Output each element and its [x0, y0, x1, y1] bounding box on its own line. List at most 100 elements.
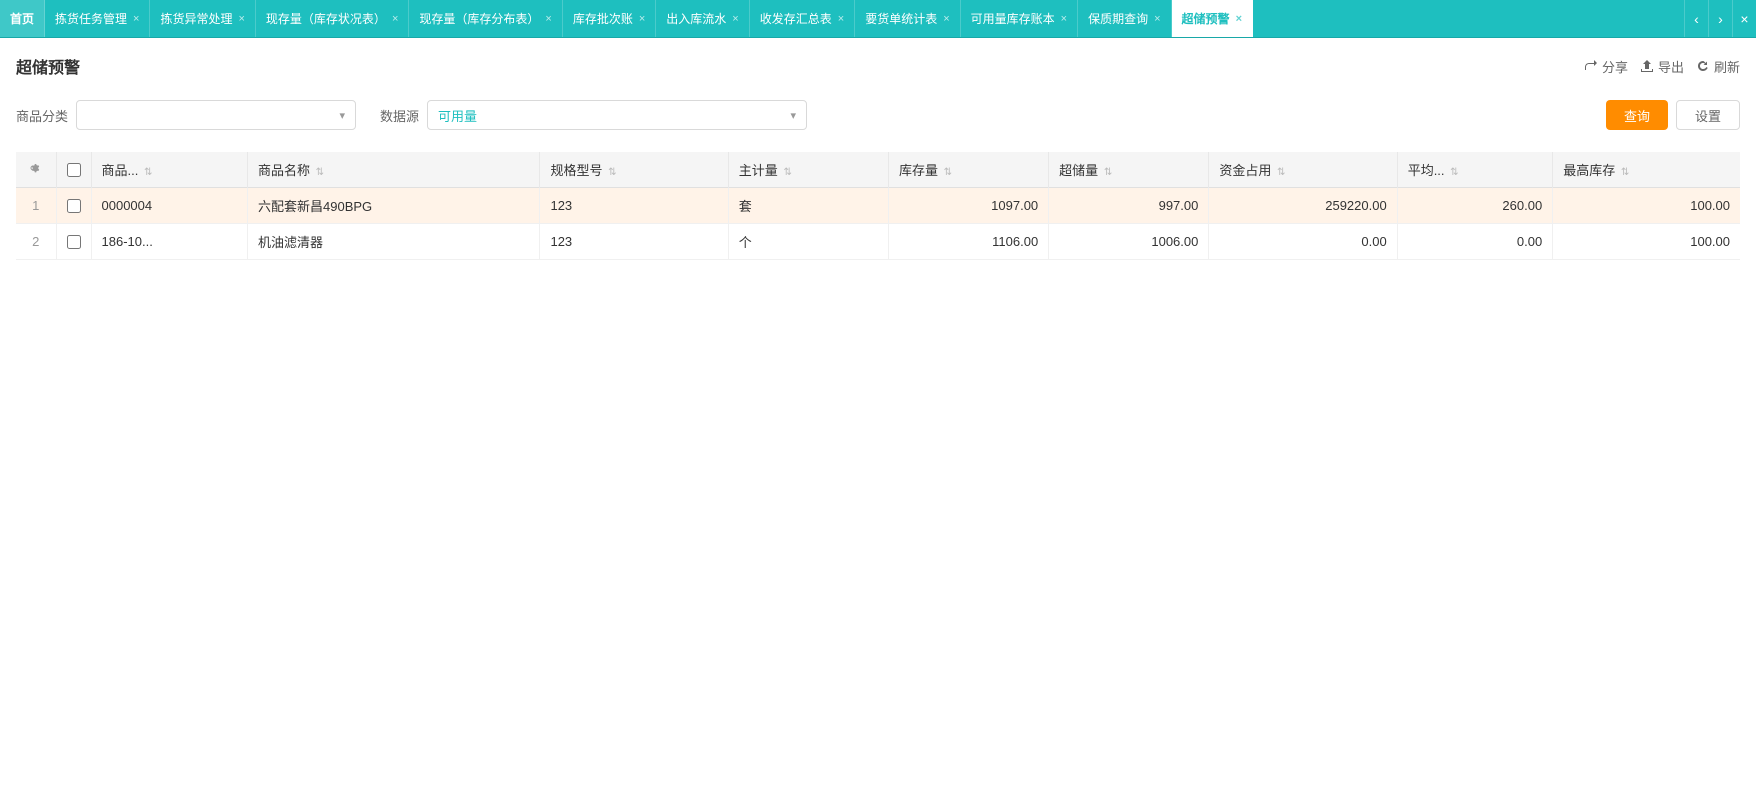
nav-arrow-left[interactable]: ‹	[1684, 0, 1708, 38]
top-nav: 首页 拣货任务管理 × 拣货异常处理 × 现存量（库存状况表） × 现存量（库存…	[0, 0, 1756, 38]
export-icon	[1640, 59, 1654, 73]
nav-tab-7[interactable]: 收发存汇总表 ×	[750, 0, 855, 37]
datasource-select[interactable]: 可用量 ▾	[427, 100, 807, 130]
col-product-name[interactable]: 商品名称 ⇅	[248, 152, 540, 188]
filter-datasource: 数据源 可用量 ▾	[380, 100, 807, 130]
close-tab-7[interactable]: ×	[838, 13, 844, 25]
col-checkbox-header[interactable]	[56, 152, 91, 188]
row-1-capital: 259220.00	[1209, 188, 1397, 224]
gear-icon	[26, 161, 40, 175]
col-capital-label: 资金占用	[1219, 163, 1271, 178]
col-stock[interactable]: 库存量 ⇅	[888, 152, 1048, 188]
row-2-checkbox[interactable]	[67, 235, 81, 249]
sort-icon-2: ⇅	[316, 167, 324, 178]
sort-icon-6: ⇅	[1104, 167, 1112, 178]
nav-tab-6[interactable]: 出入库流水 ×	[656, 0, 749, 37]
nav-tab-2[interactable]: 拣货异常处理 ×	[150, 0, 255, 37]
col-spec-label: 规格型号	[550, 163, 602, 178]
sort-icon-5: ⇅	[944, 167, 952, 178]
chevron-down-icon: ▾	[339, 109, 345, 122]
query-button[interactable]: 查询	[1606, 100, 1668, 130]
close-tab-4[interactable]: ×	[545, 13, 551, 25]
sort-icon-9: ⇅	[1621, 167, 1629, 178]
filter-category: 商品分类 ▾	[16, 100, 356, 130]
row-2-max-stock: 100.00	[1553, 224, 1740, 260]
table-row: 2 186-10... 机油滤清器 123 个 1106.00 1006.00 …	[16, 224, 1740, 260]
nav-tab-1[interactable]: 拣货任务管理 ×	[45, 0, 150, 37]
close-tab-2[interactable]: ×	[238, 13, 244, 25]
row-1-index: 1	[16, 188, 56, 224]
nav-arrows: ‹ › ×	[1684, 0, 1756, 38]
sort-icon-8: ⇅	[1450, 167, 1458, 178]
col-product-code[interactable]: 商品... ⇅	[91, 152, 248, 188]
nav-arrow-close[interactable]: ×	[1732, 0, 1756, 38]
refresh-icon	[1696, 59, 1710, 73]
close-tab-11[interactable]: ×	[1236, 13, 1242, 25]
col-spec[interactable]: 规格型号 ⇅	[540, 152, 728, 188]
col-max-stock-label: 最高库存	[1563, 163, 1615, 178]
nav-tab-11[interactable]: 超储预警 ×	[1172, 0, 1253, 37]
nav-tab-4[interactable]: 现存量（库存分布表） ×	[409, 0, 562, 37]
sort-icon-1: ⇅	[144, 167, 152, 178]
table-header: 商品... ⇅ 商品名称 ⇅ 规格型号 ⇅ 主计量 ⇅ 库存量 ⇅	[16, 152, 1740, 188]
row-2-avg: 0.00	[1397, 224, 1553, 260]
datasource-label: 数据源	[380, 106, 419, 125]
share-icon	[1584, 59, 1598, 73]
nav-tab-3[interactable]: 现存量（库存状况表） ×	[256, 0, 409, 37]
close-tab-6[interactable]: ×	[732, 13, 738, 25]
row-1-stock: 1097.00	[888, 188, 1048, 224]
close-tab-3[interactable]: ×	[392, 13, 398, 25]
header-actions: 分享 导出 刷新	[1584, 57, 1740, 76]
nav-tab-5[interactable]: 库存批次账 ×	[563, 0, 656, 37]
main-content: 超储预警 分享 导出 刷新 商品	[0, 38, 1756, 800]
col-avg[interactable]: 平均... ⇅	[1397, 152, 1553, 188]
row-2-unit: 个	[728, 224, 888, 260]
nav-arrow-right[interactable]: ›	[1708, 0, 1732, 38]
refresh-button[interactable]: 刷新	[1696, 57, 1740, 76]
col-unit[interactable]: 主计量 ⇅	[728, 152, 888, 188]
row-1-spec: 123	[540, 188, 728, 224]
nav-tab-home[interactable]: 首页	[0, 0, 45, 37]
col-unit-label: 主计量	[739, 163, 778, 178]
filter-row: 商品分类 ▾ 数据源 可用量 ▾ 查询 设置	[16, 92, 1740, 138]
close-tab-5[interactable]: ×	[639, 13, 645, 25]
page-header: 超储预警 分享 导出 刷新	[16, 54, 1740, 78]
row-1-overstock: 997.00	[1049, 188, 1209, 224]
category-select[interactable]: ▾	[76, 100, 356, 130]
col-product-name-label: 商品名称	[258, 163, 310, 178]
data-table: 商品... ⇅ 商品名称 ⇅ 规格型号 ⇅ 主计量 ⇅ 库存量 ⇅	[16, 152, 1740, 260]
col-avg-label: 平均...	[1408, 163, 1445, 178]
share-button[interactable]: 分享	[1584, 57, 1628, 76]
row-1-unit: 套	[728, 188, 888, 224]
chevron-down-icon-2: ▾	[791, 109, 797, 122]
close-tab-9[interactable]: ×	[1061, 13, 1067, 25]
export-button[interactable]: 导出	[1640, 57, 1684, 76]
category-label: 商品分类	[16, 106, 68, 125]
row-1-max-stock: 100.00	[1553, 188, 1740, 224]
close-tab-1[interactable]: ×	[133, 13, 139, 25]
datasource-value: 可用量	[438, 106, 477, 125]
nav-tab-9[interactable]: 可用量库存账本 ×	[961, 0, 1078, 37]
col-gear[interactable]	[16, 152, 56, 188]
col-capital[interactable]: 资金占用 ⇅	[1209, 152, 1397, 188]
row-2-stock: 1106.00	[888, 224, 1048, 260]
row-1-product-code: 0000004	[91, 188, 248, 224]
page-title: 超储预警	[16, 54, 80, 78]
col-max-stock[interactable]: 最高库存 ⇅	[1553, 152, 1740, 188]
row-2-capital: 0.00	[1209, 224, 1397, 260]
nav-tab-8[interactable]: 要货单统计表 ×	[855, 0, 960, 37]
col-overstock-label: 超储量	[1059, 163, 1098, 178]
nav-tab-10[interactable]: 保质期查询 ×	[1078, 0, 1171, 37]
row-2-index: 2	[16, 224, 56, 260]
row-1-checkbox[interactable]	[67, 199, 81, 213]
sort-icon-4: ⇅	[783, 167, 791, 178]
table-body: 1 0000004 六配套新昌490BPG 123 套 1097.00 997.…	[16, 188, 1740, 260]
row-2-overstock: 1006.00	[1049, 224, 1209, 260]
sort-icon-7: ⇅	[1277, 167, 1285, 178]
close-tab-10[interactable]: ×	[1154, 13, 1160, 25]
settings-button[interactable]: 设置	[1676, 100, 1740, 130]
row-2-checkbox-cell	[56, 224, 91, 260]
close-tab-8[interactable]: ×	[943, 13, 949, 25]
col-overstock[interactable]: 超储量 ⇅	[1049, 152, 1209, 188]
select-all-checkbox[interactable]	[67, 163, 81, 177]
